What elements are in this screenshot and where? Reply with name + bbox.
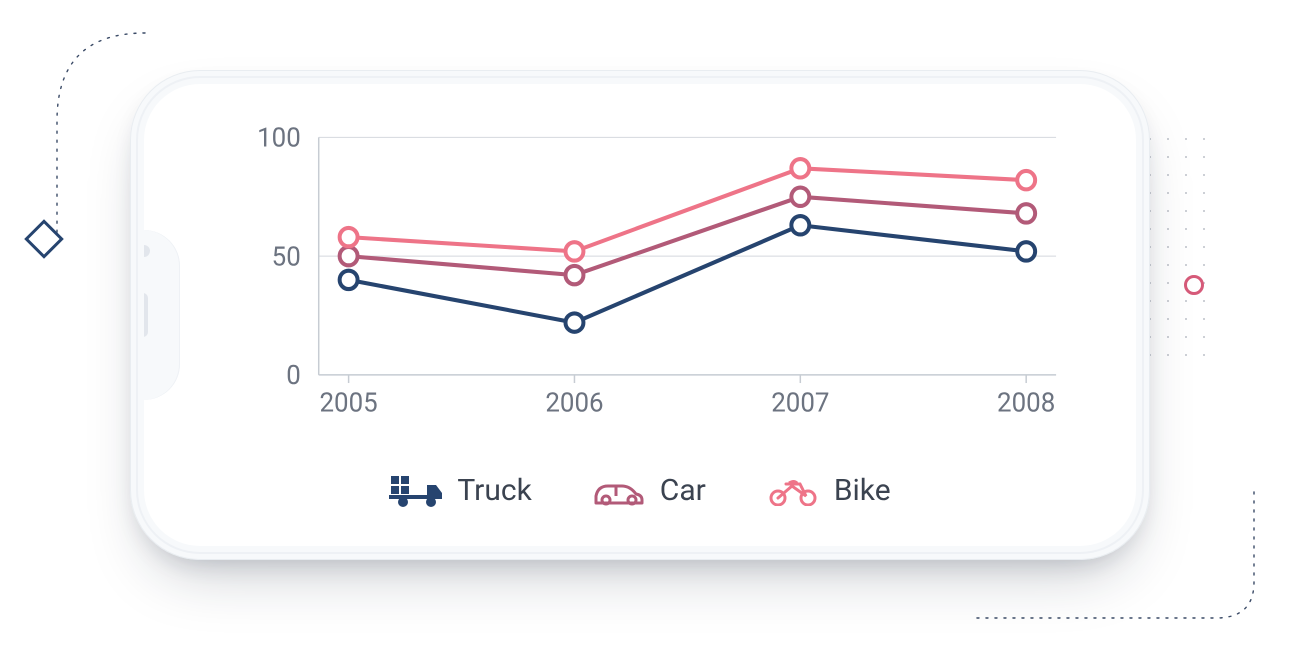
line-chart: 0 50 100 2005 2006 2007 2008	[239, 119, 1076, 426]
y-tick-label: 100	[257, 123, 301, 153]
data-point	[565, 266, 583, 284]
data-point	[791, 216, 809, 234]
data-point	[340, 228, 358, 246]
line-chart-svg: 0 50 100 2005 2006 2007 2008	[239, 119, 1076, 426]
car-icon	[592, 476, 646, 506]
device-screen: 0 50 100 2005 2006 2007 2008 Truck Car Bike	[144, 84, 1136, 546]
legend-item-truck: Truck	[389, 473, 531, 508]
device-speaker	[144, 293, 148, 337]
device-camera	[144, 245, 150, 257]
x-tick-label: 2007	[771, 388, 829, 418]
y-tick-label: 0	[286, 361, 301, 391]
truck-icon	[389, 474, 443, 508]
data-point	[1017, 171, 1035, 189]
legend-label: Bike	[834, 473, 891, 508]
data-point	[340, 271, 358, 289]
decor-ring-icon	[1184, 275, 1204, 295]
series-car	[340, 188, 1036, 285]
y-tick-label: 50	[272, 242, 301, 272]
data-point	[565, 313, 583, 331]
bike-icon	[766, 476, 820, 506]
decor-diamond-icon	[24, 219, 64, 259]
device-notch	[144, 230, 180, 400]
data-point	[791, 159, 809, 177]
data-point	[565, 242, 583, 260]
chart-legend: Truck Car Bike	[144, 473, 1136, 508]
legend-item-car: Car	[592, 473, 706, 508]
legend-label: Car	[660, 473, 706, 508]
device-frame: 0 50 100 2005 2006 2007 2008 Truck Car Bike	[130, 70, 1150, 560]
x-tick-label: 2006	[545, 388, 603, 418]
data-point	[340, 247, 358, 265]
data-point	[791, 188, 809, 206]
legend-label: Truck	[457, 473, 531, 508]
x-tick-label: 2005	[319, 388, 377, 418]
series-bike	[340, 159, 1036, 261]
series-truck	[340, 216, 1036, 332]
data-point	[1017, 204, 1035, 222]
legend-item-bike: Bike	[766, 473, 891, 508]
data-point	[1017, 242, 1035, 260]
x-tick-label: 2008	[997, 388, 1055, 418]
